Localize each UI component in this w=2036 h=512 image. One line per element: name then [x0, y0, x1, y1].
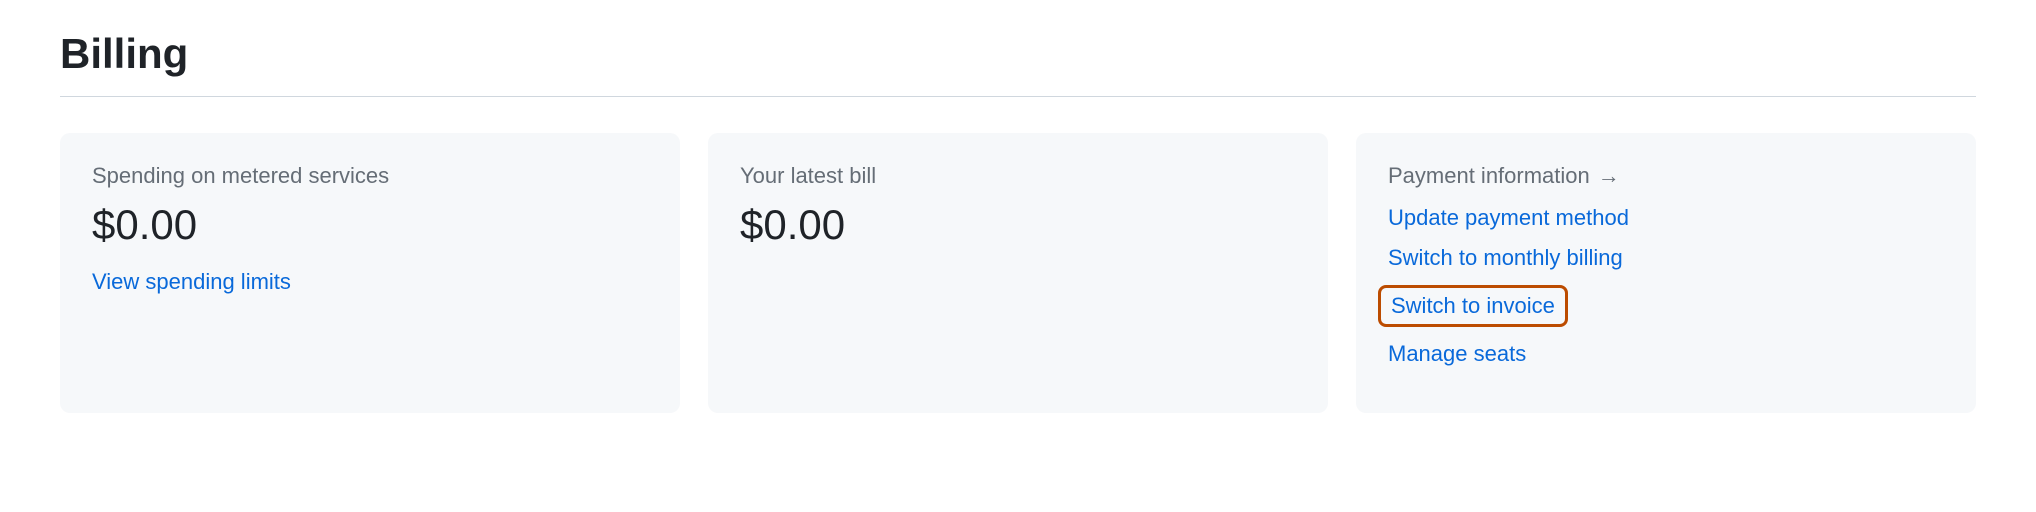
payment-links-list: Update payment method Switch to monthly … — [1388, 205, 1944, 367]
divider — [60, 96, 1976, 97]
spending-card-title: Spending on metered services — [92, 163, 648, 189]
switch-invoice-highlight: Switch to invoice — [1378, 285, 1568, 327]
view-spending-limits-link[interactable]: View spending limits — [92, 269, 291, 295]
page-title: Billing — [60, 30, 1976, 78]
spending-card-amount: $0.00 — [92, 201, 648, 249]
latest-bill-card-title: Your latest bill — [740, 163, 1296, 189]
manage-seats-link[interactable]: Manage seats — [1388, 341, 1526, 367]
payment-info-title: Payment information — [1388, 163, 1590, 189]
billing-cards-row: Spending on metered services $0.00 View … — [60, 133, 1976, 413]
latest-bill-card: Your latest bill $0.00 — [708, 133, 1328, 413]
switch-to-invoice-link[interactable]: Switch to invoice — [1391, 293, 1555, 319]
spending-card: Spending on metered services $0.00 View … — [60, 133, 680, 413]
latest-bill-card-amount: $0.00 — [740, 201, 1296, 249]
arrow-right-icon: → — [1598, 163, 1620, 189]
switch-monthly-billing-link[interactable]: Switch to monthly billing — [1388, 245, 1623, 271]
payment-info-card: Payment information → Update payment met… — [1356, 133, 1976, 413]
update-payment-method-link[interactable]: Update payment method — [1388, 205, 1629, 231]
payment-info-header[interactable]: Payment information → — [1388, 163, 1944, 189]
